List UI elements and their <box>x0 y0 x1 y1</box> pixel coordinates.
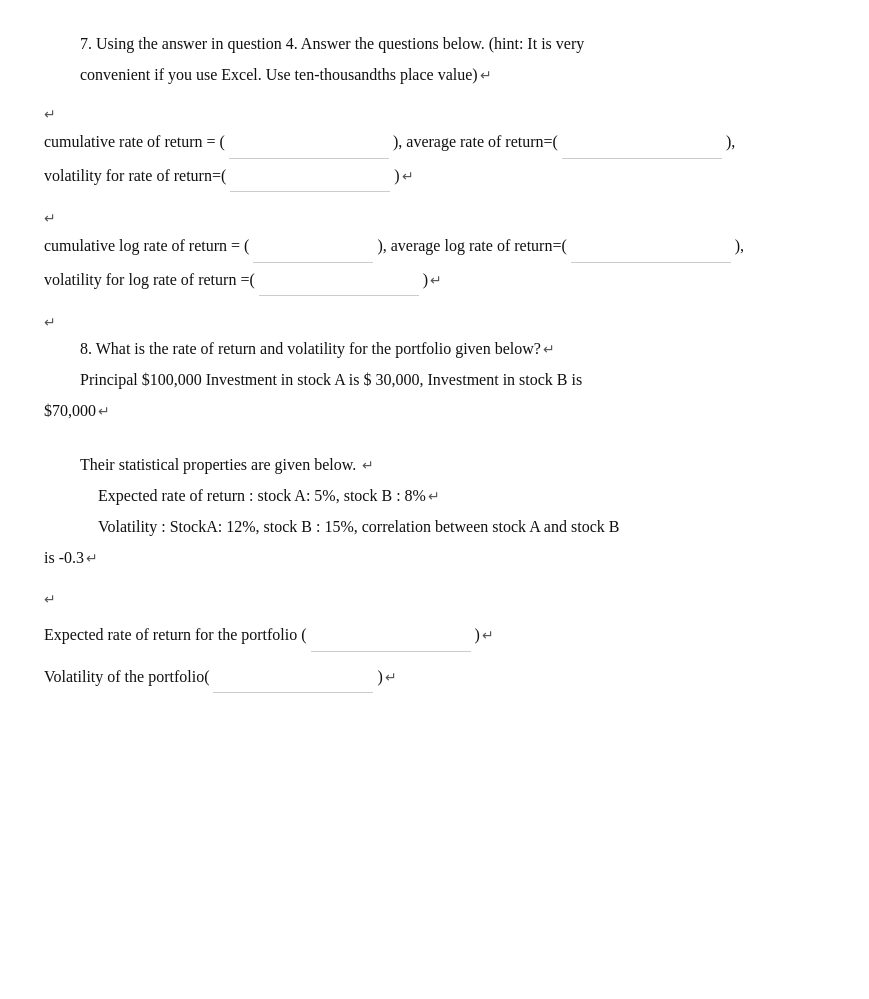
return-symbol-5: ↵ <box>98 404 110 419</box>
volatility-rate-line: volatility for rate of return=( ) ↵ <box>44 161 825 192</box>
paragraph-symbol-4: ↵ <box>44 591 825 608</box>
question7-line2: convenient if you use Excel. Use ten-tho… <box>80 61 825 88</box>
main-content: 7. Using the answer in question 4. Answe… <box>44 30 825 693</box>
volatility-portfolio-blank[interactable] <box>213 662 373 693</box>
gap-6 <box>44 654 825 662</box>
return-symbol-4: ↵ <box>543 342 555 357</box>
return-symbol-10: ↵ <box>385 665 397 692</box>
expected-return-line: Expected rate of return : stock A: 5%, s… <box>98 482 825 509</box>
paragraph-symbol-3: ↵ <box>44 314 825 331</box>
expected-portfolio-line: Expected rate of return for the portfoli… <box>44 620 825 651</box>
statistical-line: Their statistical properties are given b… <box>80 451 825 478</box>
return-symbol-1: ↵ <box>480 68 492 83</box>
question7-block: 7. Using the answer in question 4. Answe… <box>44 30 825 88</box>
volatility-rate-blank[interactable] <box>230 161 390 192</box>
average-log-blank[interactable] <box>571 231 731 262</box>
volatility-portfolio-line: Volatility of the portfolio( ) ↵ <box>44 662 825 693</box>
return-symbol-6: ↵ <box>362 458 374 473</box>
volatility-log-blank[interactable] <box>259 265 419 296</box>
return-symbol-8: ↵ <box>86 551 98 566</box>
question8-line1: 8. What is the rate of return and volati… <box>80 335 825 362</box>
return-symbol-7: ↵ <box>428 489 440 504</box>
return-symbol-2: ↵ <box>402 164 414 191</box>
gap-1 <box>44 194 825 210</box>
gap-2 <box>44 298 825 314</box>
cumulative-log-blank[interactable] <box>253 231 373 262</box>
question8-block: 8. What is the rate of return and volati… <box>44 335 825 425</box>
return-symbol-9: ↵ <box>482 623 494 650</box>
expected-portfolio-blank[interactable] <box>311 620 471 651</box>
return-symbol-3: ↵ <box>430 268 442 295</box>
cumulative-log-line: cumulative log rate of return = ( ), ave… <box>44 231 825 262</box>
question8-line2: Principal $100,000 Investment in stock A… <box>80 366 825 393</box>
gap-3 <box>44 443 825 451</box>
paragraph-symbol-2: ↵ <box>44 210 825 227</box>
gap-5 <box>44 612 825 620</box>
volatility-stat-line: Volatility : StockA: 12%, stock B : 15%,… <box>98 513 825 540</box>
paragraph-symbol-1: ↵ <box>44 106 825 123</box>
cumulative-rate-blank[interactable] <box>229 127 389 158</box>
average-rate-blank[interactable] <box>562 127 722 158</box>
gap-4 <box>44 575 825 591</box>
cumulative-rate-line: cumulative rate of return = ( ), average… <box>44 127 825 158</box>
volatility-log-line: volatility for log rate of return =( ) ↵ <box>44 265 825 296</box>
question7-line1: 7. Using the answer in question 4. Answe… <box>80 30 825 57</box>
